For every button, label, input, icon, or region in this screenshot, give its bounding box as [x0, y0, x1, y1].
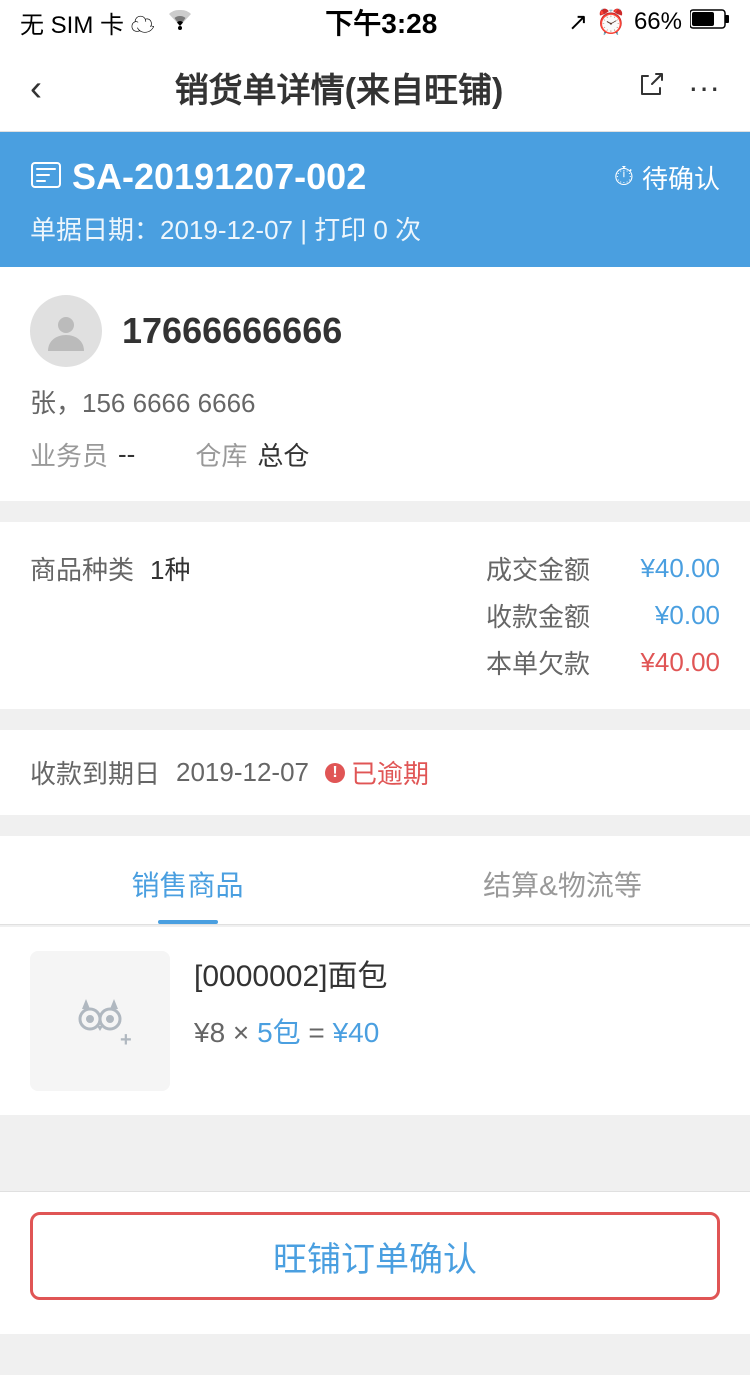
back-button[interactable]: ‹ [30, 67, 42, 109]
bottom-bar: 旺铺订单确认 [0, 1191, 750, 1334]
status-bar: 无 SIM 卡 ☁ 下午3:28 ↗ ⏰ 66% [0, 0, 750, 44]
order-header: SA-20191207-002 ⏱ 待确认 单据日期：2019-12-07 | … [0, 132, 750, 267]
avatar [30, 295, 102, 367]
payment-value: ¥0.00 [610, 600, 720, 631]
product-thumbnail: + [30, 951, 170, 1091]
overdue-badge: ! 已逾期 [325, 754, 429, 791]
product-type-label: 商品种类 [30, 550, 134, 587]
product-name: [0000002]面包 [194, 951, 720, 995]
svg-text:+: + [120, 1029, 132, 1051]
overdue-text: 已逾期 [351, 754, 429, 791]
customer-section: 17666666666 张，156 6666 6666 业务员 -- 仓库 总仓 [0, 267, 750, 502]
price-formula: ¥8 × [194, 1017, 257, 1048]
confirm-button[interactable]: 旺铺订单确认 [30, 1212, 720, 1300]
debt-row: 本单欠款 ¥40.00 [486, 644, 720, 681]
sim-label: 无 SIM 卡 ☁ [20, 5, 155, 40]
wifi-icon [165, 8, 195, 37]
tabs-section: 销售商品 结算&物流等 [0, 836, 750, 925]
order-date: 单据日期：2019-12-07 | 打印 0 次 [30, 210, 720, 247]
product-count: 1种 [150, 550, 190, 587]
battery-label: 66% [634, 8, 682, 36]
product-qty: 5包 [257, 1017, 301, 1048]
equals: = [301, 1017, 333, 1048]
salesperson-item: 业务员 -- [30, 436, 135, 473]
status-bar-left: 无 SIM 卡 ☁ [20, 5, 195, 40]
warehouse-label: 仓库 [195, 436, 247, 473]
transaction-row: 成交金额 ¥40.00 [486, 550, 720, 587]
payment-row: 收款金额 ¥0.00 [486, 597, 720, 634]
overdue-icon: ! [325, 763, 345, 783]
share-icon[interactable] [636, 68, 668, 108]
summary-section: 商品种类 1种 成交金额 ¥40.00 收款金额 ¥0.00 本单欠款 ¥40.… [0, 522, 750, 710]
tab-settlement-logistics[interactable]: 结算&物流等 [375, 836, 750, 924]
transaction-label: 成交金额 [486, 550, 590, 587]
status-bar-right: ↗ ⏰ 66% [568, 8, 730, 37]
order-icon [30, 156, 62, 198]
tab-sales-products[interactable]: 销售商品 [0, 836, 375, 924]
product-section: + [0000002]面包 ¥8 × 5包 = ¥40 [0, 927, 750, 1115]
warehouse-item: 仓库 总仓 [195, 436, 309, 473]
due-date-section: 收款到期日 2019-12-07 ! 已逾期 [0, 730, 750, 816]
location-icon: ↗ [568, 8, 588, 37]
payment-label: 收款金额 [486, 597, 590, 634]
battery-icon [690, 8, 730, 37]
order-id: SA-20191207-002 [30, 156, 366, 198]
customer-phone: 17666666666 [122, 310, 342, 352]
due-date: 2019-12-07 [176, 757, 309, 788]
product-price: ¥8 × 5包 = ¥40 [194, 1011, 720, 1051]
debt-label: 本单欠款 [486, 644, 590, 681]
nav-bar: ‹ 销货单详情(来自旺铺) ··· [0, 44, 750, 132]
due-label: 收款到期日 [30, 754, 160, 791]
alarm-icon: ⏰ [596, 8, 626, 37]
status-clock-icon: ⏱ [614, 161, 634, 193]
salesperson-label: 业务员 [30, 436, 108, 473]
more-icon[interactable]: ··· [688, 69, 720, 106]
tabs-row: 销售商品 结算&物流等 [0, 836, 750, 924]
salesperson-value: -- [118, 439, 135, 470]
summary-amounts: 成交金额 ¥40.00 收款金额 ¥0.00 本单欠款 ¥40.00 [486, 550, 720, 681]
status-bar-time: 下午3:28 [325, 2, 437, 42]
page-title: 销货单详情(来自旺铺) [175, 63, 504, 112]
product-total: ¥40 [333, 1017, 380, 1048]
nav-actions: ··· [636, 68, 720, 108]
debt-value: ¥40.00 [610, 647, 720, 678]
customer-meta: 业务员 -- 仓库 总仓 [30, 436, 720, 473]
order-status: ⏱ 待确认 [614, 159, 720, 196]
product-info: [0000002]面包 ¥8 × 5包 = ¥40 [194, 951, 720, 1051]
transaction-value: ¥40.00 [610, 553, 720, 584]
customer-name: 张，156 6666 6666 [30, 383, 720, 420]
warehouse-value: 总仓 [257, 436, 309, 473]
product-type: 商品种类 1种 [30, 550, 190, 587]
